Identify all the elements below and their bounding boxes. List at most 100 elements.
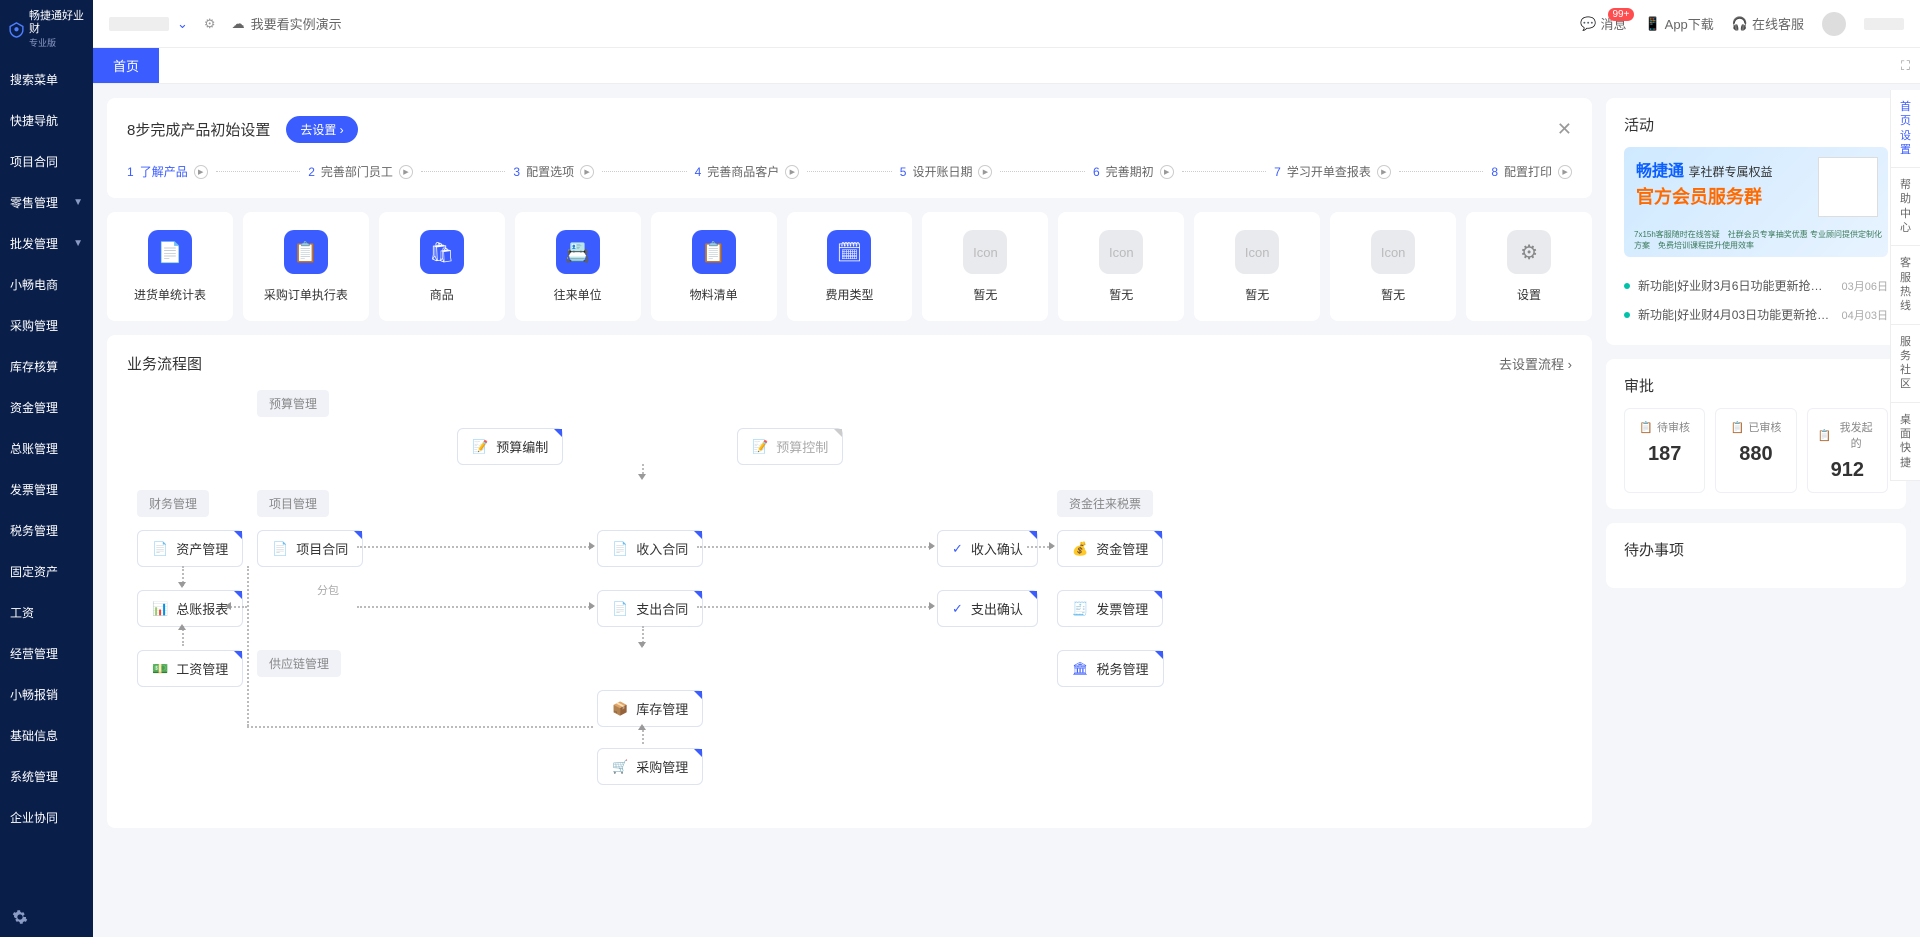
rail-home-setup[interactable]: 首页设置 [1891, 90, 1920, 168]
quick-empty[interactable]: Icon暂无 [1194, 212, 1320, 321]
report-icon: 📊 [152, 601, 168, 617]
quick-goods[interactable]: 🛍商品 [379, 212, 505, 321]
nav-management[interactable]: 经营管理 [0, 633, 93, 674]
message-icon: 💬 [1580, 16, 1596, 32]
bag-icon: 🛍 [420, 230, 464, 274]
chevron-down-icon: ▼ [73, 238, 83, 249]
step-2[interactable]: 2完善部门员工▶ [308, 163, 413, 180]
nav-tax[interactable]: 税务管理 [0, 510, 93, 551]
approval-pending[interactable]: 📋待审核 187 [1624, 408, 1705, 493]
approval-done[interactable]: 📋已审核 880 [1715, 408, 1796, 493]
rail-community[interactable]: 服务社区 [1891, 325, 1920, 403]
rail-hotline[interactable]: 客服热线 [1891, 246, 1920, 324]
quick-bom[interactable]: 📋物料清单 [651, 212, 777, 321]
nav-inventory[interactable]: 库存核算 [0, 346, 93, 387]
node-income-contract[interactable]: 📄收入合同 [597, 530, 703, 567]
document-icon: 📋 [284, 230, 328, 274]
step-1[interactable]: 1了解产品▶ [127, 163, 208, 180]
step-6[interactable]: 6完善期初▶ [1093, 163, 1174, 180]
close-icon[interactable]: ✕ [1557, 119, 1572, 140]
quick-purchase-stats[interactable]: 📄进货单统计表 [107, 212, 233, 321]
quick-po-exec[interactable]: 📋采购订单执行表 [243, 212, 369, 321]
fullscreen-button[interactable]: ⛶ [1891, 58, 1920, 74]
rail-shortcut[interactable]: 桌面快捷 [1891, 403, 1920, 481]
qr-code [1818, 157, 1878, 217]
approval-mine[interactable]: 📋我发起的 912 [1807, 408, 1888, 493]
doc-icon: 📄 [612, 601, 628, 617]
quick-contacts[interactable]: 📇往来单位 [515, 212, 641, 321]
node-budget-make[interactable]: 📝预算编制 [457, 428, 563, 465]
tab-home[interactable]: 首页 [93, 48, 159, 83]
list-icon: 📋 [692, 230, 736, 274]
download-button[interactable]: 📱 App下载 [1644, 14, 1713, 33]
doc-icon: 📄 [612, 541, 628, 557]
play-icon: ▶ [1558, 165, 1572, 179]
icon-placeholder: Icon [1235, 230, 1279, 274]
gear-icon [12, 909, 28, 925]
node-expense-confirm[interactable]: ✓支出确认 [937, 590, 1038, 627]
quick-empty[interactable]: Icon暂无 [922, 212, 1048, 321]
nav-wholesale[interactable]: 批发管理▼ [0, 223, 93, 264]
nav-gl[interactable]: 总账管理 [0, 428, 93, 469]
node-fund-mgmt[interactable]: 💰资金管理 [1057, 530, 1163, 567]
settings-icon[interactable]: ⚙ [204, 16, 216, 32]
nav-purchase[interactable]: 采购管理 [0, 305, 93, 346]
header: ⌄ ⚙ ☁ 我要看实例演示 💬 消息 99+ 📱 App下载 [93, 0, 1920, 48]
news-item[interactable]: 新功能|好业财4月03日功能更新抢先知 04月03日 [1624, 300, 1888, 329]
company-selector[interactable]: ⌄ [109, 16, 188, 32]
node-inventory-mgmt[interactable]: 📦库存管理 [597, 690, 703, 727]
sub-contract-label: 分包 [317, 582, 339, 598]
nav-quick[interactable]: 快捷导航 [0, 100, 93, 141]
nav-system[interactable]: 系统管理 [0, 756, 93, 797]
nav-search[interactable]: 搜索菜单 [0, 59, 93, 100]
node-expense-contract[interactable]: 📄支出合同 [597, 590, 703, 627]
box-icon: 📦 [612, 701, 628, 717]
quick-empty[interactable]: Icon暂无 [1058, 212, 1184, 321]
sidebar-settings[interactable] [0, 897, 93, 937]
quick-settings[interactable]: ⚙设置 [1466, 212, 1592, 321]
node-tax-mgmt[interactable]: 🏛税务管理 [1057, 650, 1164, 687]
avatar[interactable] [1822, 12, 1846, 36]
node-invoice-mgmt[interactable]: 🧾发票管理 [1057, 590, 1163, 627]
go-setup-button[interactable]: 去设置 › [286, 116, 357, 143]
nav-expense[interactable]: 小畅报销 [0, 674, 93, 715]
news-item[interactable]: 新功能|好业财3月6日功能更新抢先知 03月06日 [1624, 271, 1888, 300]
nav-menu: 搜索菜单 快捷导航 项目合同 零售管理▼ 批发管理▼ 小畅电商 采购管理 库存核… [0, 59, 93, 897]
nav-fixed-assets[interactable]: 固定资产 [0, 551, 93, 592]
promo-banner[interactable]: 畅捷通 享社群专属权益 官方会员服务群 7x15h客服随时在线答疑 社群会员专享… [1624, 147, 1888, 257]
nav-salary[interactable]: 工资 [0, 592, 93, 633]
step-3[interactable]: 3配置选项▶ [513, 163, 594, 180]
section-finance: 财务管理 [137, 490, 209, 517]
demo-link[interactable]: ☁ 我要看实例演示 [232, 14, 342, 33]
node-asset[interactable]: 📄资产管理 [137, 530, 243, 567]
nav-invoice[interactable]: 发票管理 [0, 469, 93, 510]
rail-help[interactable]: 帮助中心 [1891, 168, 1920, 246]
nav-funds[interactable]: 资金管理 [0, 387, 93, 428]
nav-ecommerce[interactable]: 小畅电商 [0, 264, 93, 305]
node-budget-ctrl[interactable]: 📝预算控制 [737, 428, 843, 465]
nav-basic[interactable]: 基础信息 [0, 715, 93, 756]
section-project: 项目管理 [257, 490, 329, 517]
step-8[interactable]: 8配置打印▶ [1491, 163, 1572, 180]
nav-collab[interactable]: 企业协同 [0, 797, 93, 838]
setup-card: 8步完成产品初始设置 去设置 › ✕ 1了解产品▶ 2完善部门员工▶ 3配置选项… [107, 98, 1592, 198]
cart-icon: 🛒 [612, 759, 628, 775]
workflow-config-link[interactable]: 去设置流程 › [1499, 354, 1572, 373]
step-7[interactable]: 7学习开单查报表▶ [1274, 163, 1391, 180]
messages-button[interactable]: 💬 消息 99+ [1580, 14, 1626, 33]
node-project-contract[interactable]: 📄项目合同 [257, 530, 363, 567]
logo-icon [8, 20, 25, 40]
quick-empty[interactable]: Icon暂无 [1330, 212, 1456, 321]
node-purchase-mgmt[interactable]: 🛒采购管理 [597, 748, 703, 785]
activity-title: 活动 [1624, 114, 1888, 135]
nav-project-contract[interactable]: 项目合同 [0, 141, 93, 182]
clipboard-icon: 📋 [1639, 421, 1653, 434]
node-salary-mgmt[interactable]: 💵工资管理 [137, 650, 243, 687]
quick-expense-type[interactable]: 🗓费用类型 [787, 212, 913, 321]
customer-service-button[interactable]: 🎧 在线客服 [1732, 14, 1804, 33]
step-5[interactable]: 5设开账日期▶ [900, 163, 993, 180]
nav-retail[interactable]: 零售管理▼ [0, 182, 93, 223]
doc-icon: 📄 [272, 541, 288, 557]
step-4[interactable]: 4完善商品客户▶ [695, 163, 800, 180]
node-income-confirm[interactable]: ✓收入确认 [937, 530, 1038, 567]
